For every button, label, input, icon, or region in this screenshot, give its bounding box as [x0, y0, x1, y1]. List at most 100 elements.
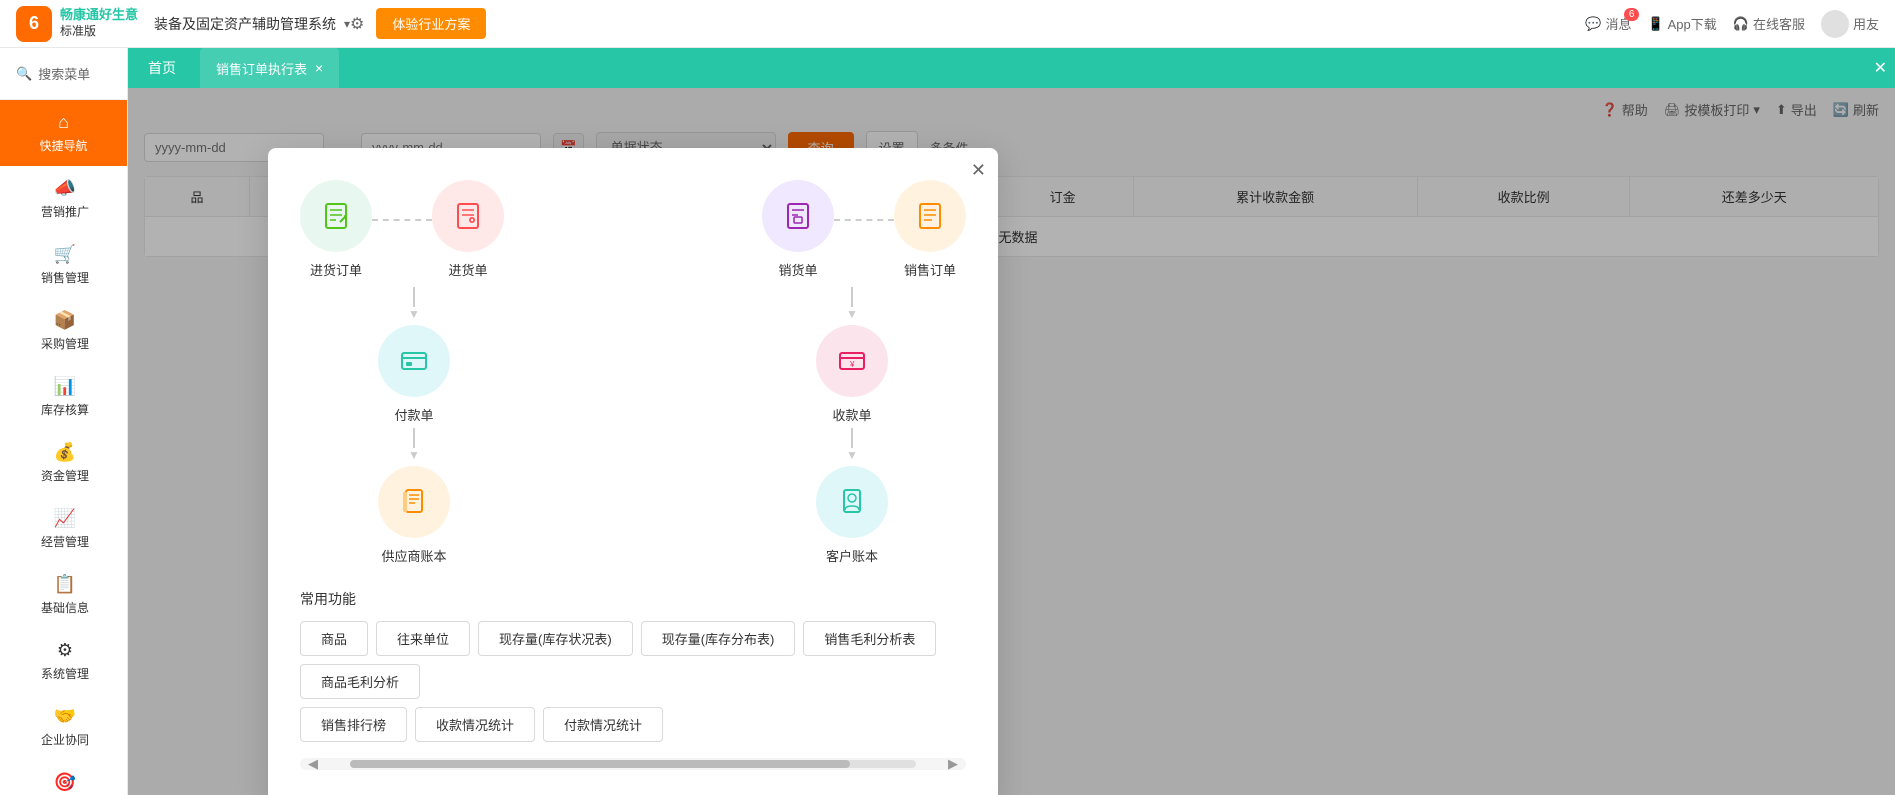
search-menu-label: 搜索菜单: [38, 64, 90, 83]
flow-item-sales-order: 销售订单: [894, 180, 966, 279]
v-arrow-right-1: [851, 287, 853, 307]
sidebar: 🔍 搜索菜单 ⌂ 快捷导航 📣 营销推广 🛒 销售管理 📦 采购管理: [0, 48, 128, 795]
scroll-left-btn[interactable]: ◀: [300, 756, 326, 772]
user-avatar: [1821, 10, 1849, 38]
basic-icon: 📋: [54, 574, 76, 595]
flow-item-purchase-order: 进货订单: [300, 180, 372, 279]
customer-service-btn[interactable]: 🎧 在线客服: [1733, 14, 1805, 33]
flow-item-sales-bill: 销货单: [762, 180, 834, 279]
flow-item-purchase-bill: 进货单: [432, 180, 504, 279]
top-bar: 6 畅康通好生意 标准版 装备及固定资产辅助管理系统 ▾ ⚙ 体验行业方案 💬 …: [0, 0, 1895, 48]
sidebar-item-label: 资金管理: [41, 467, 89, 484]
message-icon: 💬: [1585, 16, 1601, 32]
modal-overlay: ✕ 进货订: [128, 88, 1895, 795]
flow-item-customer-ledger: 客户账本: [816, 466, 888, 565]
service-icon: 🎧: [1733, 16, 1749, 32]
supplier-ledger-icon: [378, 466, 450, 538]
sidebar-item-label: 企业协同: [41, 731, 89, 748]
sales-order-label: 销售订单: [904, 260, 956, 279]
sidebar-item-label: 营销推广: [41, 203, 89, 220]
v-arrow-left-2: [413, 428, 415, 448]
sidebar-item-finance[interactable]: 💰 资金管理: [0, 430, 127, 496]
func-buttons-row1: 商品 往来单位 现存量(库存状况表) 现存量(库存分布表) 销售毛利分析表 商品…: [300, 621, 966, 699]
flow-item-payment: 付款单: [378, 325, 450, 424]
v-arrow-down-icon-4: ▼: [846, 448, 858, 462]
logo-line2: 标准版: [60, 24, 138, 40]
sidebar-item-purchase[interactable]: 📦 采购管理: [0, 298, 127, 364]
purchase-bill-label: 进货单: [448, 260, 487, 279]
settings-icon-btn[interactable]: ⚙: [350, 14, 364, 34]
modal-close-btn[interactable]: ✕: [971, 160, 986, 181]
purchase-bill-icon: [432, 180, 504, 252]
app-label: App下载: [1668, 14, 1717, 33]
func-btn-product[interactable]: 商品: [300, 621, 368, 656]
service-label: 在线客服: [1753, 14, 1805, 33]
func-btn-payment-stat[interactable]: 付款情况统计: [543, 707, 663, 742]
flow-modal: ✕ 进货订: [268, 148, 998, 795]
sidebar-item-marketing[interactable]: 📣 营销推广: [0, 166, 127, 232]
user-menu-btn[interactable]: 用友: [1821, 10, 1879, 38]
finance-icon: 💰: [54, 442, 76, 463]
common-functions-section: 常用功能 商品 往来单位 现存量(库存状况表) 现存量(库存分布表) 销售毛利分…: [300, 589, 966, 742]
sidebar-item-label: 销售管理: [41, 269, 89, 286]
tab-close-btn[interactable]: ×: [315, 60, 323, 76]
marketing-icon: 📣: [54, 178, 76, 199]
sidebar-item-business[interactable]: 📈 经营管理: [0, 496, 127, 562]
sidebar-item-basic[interactable]: 📋 基础信息: [0, 562, 127, 628]
inventory-icon: 📊: [54, 376, 76, 397]
v-arrow-down-icon-2: ▼: [408, 448, 420, 462]
search-menu-btn[interactable]: 🔍 搜索菜单: [8, 58, 119, 89]
func-btn-product-profit[interactable]: 商品毛利分析: [300, 664, 420, 699]
logo-text: 畅康通好生意 标准版: [60, 7, 138, 39]
system-icon: ⚙: [57, 640, 73, 661]
scroll-track: [350, 760, 916, 768]
quick-nav-icon: ⌂: [58, 112, 69, 133]
func-buttons-row2: 销售排行榜 收款情况统计 付款情况统计: [300, 707, 966, 742]
func-btn-receipt-stat[interactable]: 收款情况统计: [415, 707, 535, 742]
sales-bill-label: 销货单: [778, 260, 817, 279]
search-icon: 🔍: [16, 66, 32, 82]
func-btn-stock-dist[interactable]: 现存量(库存分布表): [641, 621, 796, 656]
message-btn[interactable]: 💬 消息 6: [1585, 14, 1631, 33]
v-arrow-down-icon-1: ▼: [408, 307, 420, 321]
tab-sales-order[interactable]: 销售订单执行表 ×: [200, 48, 339, 88]
v-arrow-right-2: [851, 428, 853, 448]
func-btn-partner[interactable]: 往来单位: [376, 621, 470, 656]
sidebar-item-label: 库存核算: [41, 401, 89, 418]
scroll-thumb[interactable]: [350, 760, 850, 768]
experience-btn[interactable]: 体验行业方案: [376, 8, 486, 39]
tab-home[interactable]: 首页: [128, 48, 196, 88]
arrow-purchase: [372, 219, 432, 221]
scroll-right-btn[interactable]: ▶: [940, 756, 966, 772]
app-download-btn[interactable]: 📱 App下载: [1647, 14, 1716, 33]
app-icon: 📱: [1647, 16, 1663, 32]
sidebar-item-enterprise[interactable]: 🤝 企业协同: [0, 694, 127, 760]
func-btn-sales-rank[interactable]: 销售排行榜: [300, 707, 407, 742]
sidebar-item-label: 系统管理: [41, 665, 89, 682]
close-all-tabs-btn[interactable]: ✕: [1874, 58, 1887, 78]
func-btn-stock-status[interactable]: 现存量(库存状况表): [478, 621, 633, 656]
svg-text:¥: ¥: [849, 360, 855, 369]
receipt-icon: ¥: [816, 325, 888, 397]
common-functions-title: 常用功能: [300, 589, 966, 609]
logo-area: 6 畅康通好生意 标准版: [16, 6, 138, 42]
sidebar-item-label: 采购管理: [41, 335, 89, 352]
sales-icon: 🛒: [54, 244, 76, 265]
supplier-ledger-label: 供应商账本: [381, 546, 446, 565]
sidebar-item-system[interactable]: ⚙ 系统管理: [0, 628, 127, 694]
sidebar-search-area: 🔍 搜索菜单: [0, 48, 127, 100]
sidebar-item-newbie[interactable]: 🎯 新手引导: [0, 760, 127, 795]
v-arrow-left-1: [413, 287, 415, 307]
sidebar-item-quick-nav[interactable]: ⌂ 快捷导航: [0, 100, 127, 166]
flow-item-supplier-ledger: 供应商账本: [378, 466, 450, 565]
page-content: ❓ 帮助 🖨 按模板打印 ▾ ⬆ 导出 🔄: [128, 88, 1895, 795]
payment-icon: [378, 325, 450, 397]
content-area: 首页 销售订单执行表 × ✕ ❓ 帮助: [128, 48, 1895, 795]
sidebar-item-sales[interactable]: 🛒 销售管理: [0, 232, 127, 298]
business-icon: 📈: [54, 508, 76, 529]
func-btn-sales-profit[interactable]: 销售毛利分析表: [803, 621, 936, 656]
logo-icon: 6: [16, 6, 52, 42]
flow-section: 进货订单 进货单: [300, 180, 966, 565]
sidebar-item-inventory[interactable]: 📊 库存核算: [0, 364, 127, 430]
purchase-icon: 📦: [54, 310, 76, 331]
